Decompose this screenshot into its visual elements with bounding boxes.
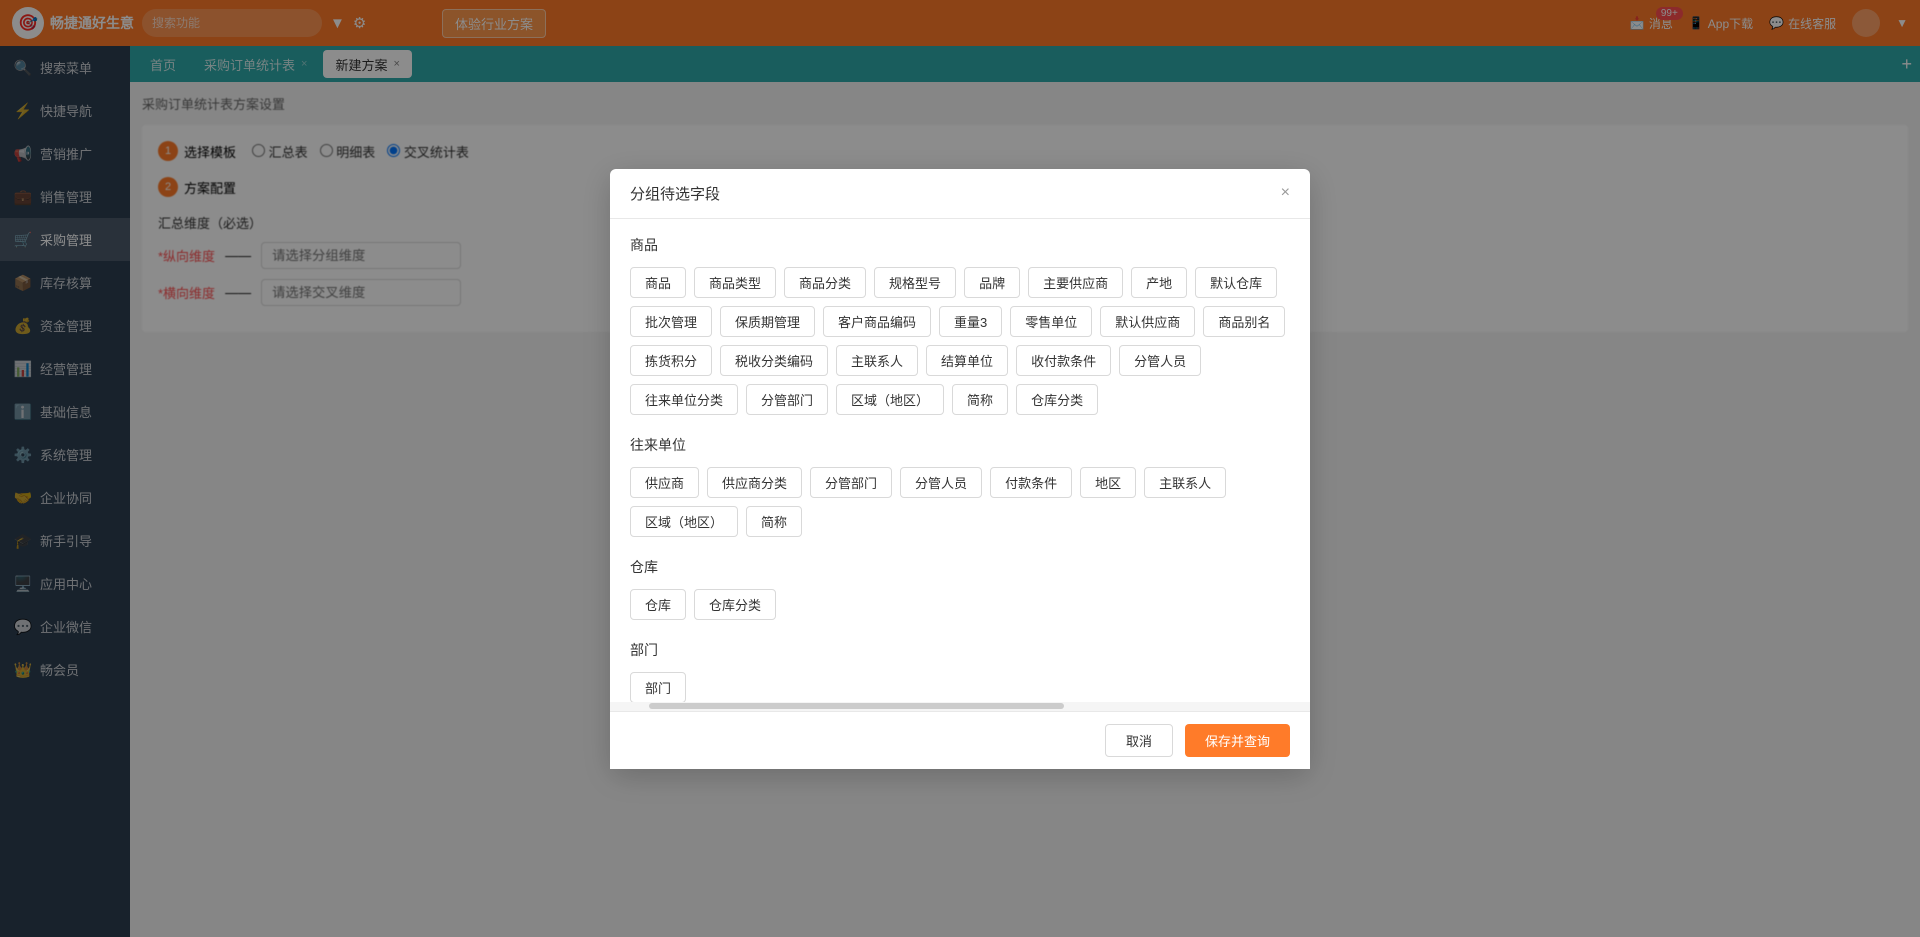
field-tag-warehouse-type[interactable]: 仓库分类 bbox=[694, 589, 776, 620]
field-tag-warehouse[interactable]: 仓库 bbox=[630, 589, 686, 620]
dialog-hscrollbar[interactable] bbox=[610, 702, 1310, 711]
field-tag-origin[interactable]: 产地 bbox=[1131, 267, 1187, 298]
field-tag-region2[interactable]: 区域（地区） bbox=[630, 506, 738, 537]
section-dept: 部门 部门 bbox=[630, 640, 1290, 702]
field-tag-dept-in-charge[interactable]: 分管部门 bbox=[746, 384, 828, 415]
field-tag-batch-mgmt[interactable]: 批次管理 bbox=[630, 306, 712, 337]
warehouse-field-grid: 仓库 仓库分类 bbox=[630, 589, 1290, 620]
section-warehouse-title: 仓库 bbox=[630, 557, 1290, 577]
field-tag-short-name[interactable]: 简称 bbox=[952, 384, 1008, 415]
field-tag-partner-category[interactable]: 往来单位分类 bbox=[630, 384, 738, 415]
field-tag-tax-code[interactable]: 税收分类编码 bbox=[720, 345, 828, 376]
section-product-title: 商品 bbox=[630, 235, 1290, 255]
field-tag-payment-cond[interactable]: 付款条件 bbox=[990, 467, 1072, 498]
field-tag-manager[interactable]: 分管人员 bbox=[1119, 345, 1201, 376]
product-field-grid: 商品 商品类型 商品分类 规格型号 品牌 主要供应商 产地 默认仓库 批次管理 … bbox=[630, 267, 1290, 415]
dialog-header: 分组待选字段 × bbox=[610, 169, 1310, 219]
dialog-close-btn[interactable]: × bbox=[1281, 184, 1290, 202]
field-tag-product[interactable]: 商品 bbox=[630, 267, 686, 298]
field-tag-default-supplier[interactable]: 默认供应商 bbox=[1100, 306, 1195, 337]
field-tag-expiry-mgmt[interactable]: 保质期管理 bbox=[720, 306, 815, 337]
dept-field-grid: 部门 bbox=[630, 672, 1290, 702]
field-tag-main-contact[interactable]: 主联系人 bbox=[836, 345, 918, 376]
field-tag-customer-code[interactable]: 客户商品编码 bbox=[823, 306, 931, 337]
field-tag-pick-points[interactable]: 拣货积分 bbox=[630, 345, 712, 376]
field-tag-region[interactable]: 区域（地区） bbox=[836, 384, 944, 415]
field-tag-retail-unit[interactable]: 零售单位 bbox=[1010, 306, 1092, 337]
dialog-title: 分组待选字段 bbox=[630, 183, 720, 204]
field-tag-supplier-cat[interactable]: 供应商分类 bbox=[707, 467, 802, 498]
hscroll-thumb[interactable] bbox=[649, 703, 1064, 709]
field-tag-settlement-unit[interactable]: 结算单位 bbox=[926, 345, 1008, 376]
section-partner: 往来单位 供应商 供应商分类 分管部门 分管人员 付款条件 地区 主联系人 区域… bbox=[630, 435, 1290, 537]
section-partner-title: 往来单位 bbox=[630, 435, 1290, 455]
field-tag-payment-terms[interactable]: 收付款条件 bbox=[1016, 345, 1111, 376]
section-product: 商品 商品 商品类型 商品分类 规格型号 品牌 主要供应商 产地 默认仓库 批次… bbox=[630, 235, 1290, 415]
field-tag-supplier[interactable]: 供应商 bbox=[630, 467, 699, 498]
field-tag-alias[interactable]: 商品别名 bbox=[1203, 306, 1285, 337]
section-dept-title: 部门 bbox=[630, 640, 1290, 660]
field-tag-staff-mgmt[interactable]: 分管人员 bbox=[900, 467, 982, 498]
dialog-footer: 取消 保存并查询 bbox=[610, 711, 1310, 769]
field-tag-area[interactable]: 地区 bbox=[1080, 467, 1136, 498]
field-tag-dept-mgmt[interactable]: 分管部门 bbox=[810, 467, 892, 498]
field-tag-warehouse-cat[interactable]: 仓库分类 bbox=[1016, 384, 1098, 415]
field-tag-brand[interactable]: 品牌 bbox=[964, 267, 1020, 298]
section-warehouse: 仓库 仓库 仓库分类 bbox=[630, 557, 1290, 620]
field-tag-main-contact2[interactable]: 主联系人 bbox=[1144, 467, 1226, 498]
cancel-button[interactable]: 取消 bbox=[1105, 724, 1173, 757]
field-tag-weight[interactable]: 重量3 bbox=[939, 306, 1002, 337]
field-tag-dept[interactable]: 部门 bbox=[630, 672, 686, 702]
field-tag-short-name2[interactable]: 简称 bbox=[746, 506, 802, 537]
field-tag-main-supplier[interactable]: 主要供应商 bbox=[1028, 267, 1123, 298]
partner-field-grid: 供应商 供应商分类 分管部门 分管人员 付款条件 地区 主联系人 区域（地区） … bbox=[630, 467, 1290, 537]
confirm-button[interactable]: 保存并查询 bbox=[1185, 724, 1290, 757]
field-select-dialog: 分组待选字段 × 商品 商品 商品类型 商品分类 规格型号 品牌 主要供应商 产… bbox=[610, 169, 1310, 769]
field-tag-product-category[interactable]: 商品分类 bbox=[784, 267, 866, 298]
dialog-body: 商品 商品 商品类型 商品分类 规格型号 品牌 主要供应商 产地 默认仓库 批次… bbox=[610, 219, 1310, 702]
field-tag-product-type[interactable]: 商品类型 bbox=[694, 267, 776, 298]
field-tag-default-warehouse[interactable]: 默认仓库 bbox=[1195, 267, 1277, 298]
field-tag-spec-model[interactable]: 规格型号 bbox=[874, 267, 956, 298]
